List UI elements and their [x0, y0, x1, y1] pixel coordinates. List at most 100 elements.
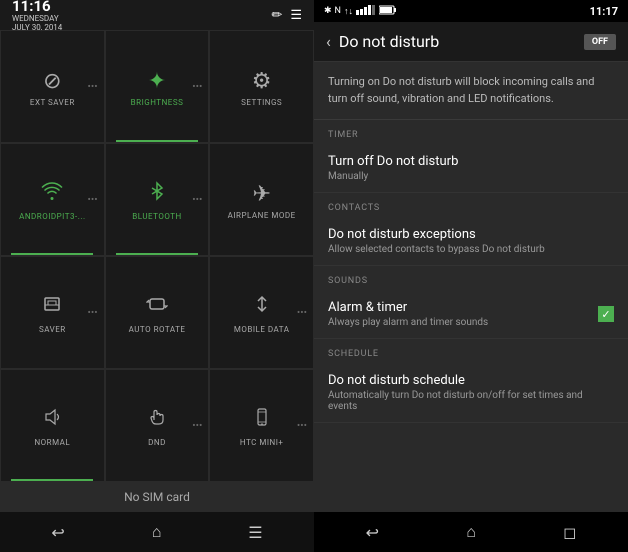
- tile-htc-mini[interactable]: HTC MINI+ •••: [209, 369, 314, 482]
- tile-settings[interactable]: ⚙ SETTINGS: [209, 30, 314, 143]
- network-status-icon: N: [335, 6, 341, 16]
- edit-icon: ✏: [271, 8, 282, 23]
- bars-icon: [356, 5, 376, 18]
- saver-label: SAVER: [39, 325, 66, 334]
- brightness-icon: ✦: [148, 69, 166, 94]
- right-home-button[interactable]: ⌂: [466, 522, 476, 542]
- menu-icon: ☰: [290, 8, 302, 23]
- brightness-label: BRIGHTNESS: [131, 98, 184, 107]
- date-day: WEDNESDAY: [12, 14, 62, 23]
- airplane-label: AIRPLANE MODE: [228, 211, 296, 220]
- section-header-sounds: SOUNDS: [314, 266, 628, 290]
- tile-brightness[interactable]: ✦ BRIGHTNESS •••: [105, 30, 210, 143]
- battery-icon: [379, 5, 397, 18]
- dnd-title: Do not disturb: [339, 32, 439, 51]
- auto-rotate-icon: [146, 293, 168, 321]
- dnd-label: DND: [148, 438, 166, 447]
- tile-normal[interactable]: NORMAL: [0, 369, 105, 482]
- dnd-dots: •••: [192, 420, 202, 431]
- brightness-underline: [116, 140, 198, 142]
- left-status-bar: 11:16 WEDNESDAY JULY 30, 2014 ✏ ☰: [0, 0, 314, 30]
- speaker-icon: [41, 406, 63, 434]
- tile-bluetooth[interactable]: BLUETOOTH •••: [105, 143, 210, 256]
- signal-icon: ↑↓: [344, 6, 353, 17]
- wifi-dots: •••: [88, 194, 98, 205]
- dnd-content: Turning on Do not disturb will block inc…: [314, 62, 628, 512]
- airplane-icon: ✈: [252, 182, 270, 207]
- dnd-toggle[interactable]: OFF: [584, 34, 616, 50]
- turn-off-subtitle: Manually: [328, 171, 614, 182]
- dnd-header: ‹ Do not disturb OFF: [314, 22, 628, 62]
- dnd-back-button[interactable]: ‹: [326, 32, 331, 51]
- bluetooth-icon: [146, 180, 168, 208]
- tile-airplane[interactable]: ✈ AIRPLANE MODE: [209, 143, 314, 256]
- tile-auto-rotate[interactable]: AUTO ROTATE: [105, 256, 210, 369]
- normal-underline: [11, 479, 93, 481]
- quick-tiles-grid: ⊘ EXT SAVER ••• ✦ BRIGHTNESS ••• ⚙ SETTI…: [0, 30, 314, 482]
- mobile-data-dots: •••: [297, 307, 307, 318]
- dnd-item-schedule[interactable]: Do not disturb schedule Automatically tu…: [314, 363, 628, 423]
- wifi-underline: [11, 253, 93, 255]
- section-header-timer: TIMER: [314, 120, 628, 144]
- menu-button[interactable]: ☰: [248, 523, 262, 542]
- schedule-subtitle: Automatically turn Do not disturb on/off…: [328, 390, 614, 412]
- right-back-button[interactable]: ↩: [366, 523, 379, 542]
- no-sim-bar: No SIM card: [0, 482, 314, 512]
- right-status-bar: ✱ N ↑↓ 11:17: [314, 0, 628, 22]
- left-panel: 11:16 WEDNESDAY JULY 30, 2014 ✏ ☰ ⊘ EXT …: [0, 0, 314, 552]
- dnd-hand-icon: [146, 406, 168, 434]
- htc-mini-dots: •••: [297, 420, 307, 431]
- dnd-item-exceptions[interactable]: Do not disturb exceptions Allow selected…: [314, 217, 628, 266]
- exceptions-title: Do not disturb exceptions: [328, 227, 614, 242]
- time-block: 11:16 WEDNESDAY JULY 30, 2014: [12, 0, 62, 32]
- normal-label: NORMAL: [34, 438, 70, 447]
- bluetooth-underline: [116, 253, 198, 255]
- right-clock: 11:17: [590, 5, 618, 18]
- section-header-schedule: SCHEDULE: [314, 339, 628, 363]
- saver-dots: •••: [88, 307, 98, 318]
- alarm-checkbox[interactable]: ✓: [598, 306, 614, 322]
- right-nav-bar: ↩ ⌂ ◻: [314, 512, 628, 552]
- alarm-title: Alarm & timer: [328, 300, 488, 315]
- tile-ext-saver[interactable]: ⊘ EXT SAVER •••: [0, 30, 105, 143]
- bluetooth-status-icon: ✱: [324, 6, 332, 16]
- settings-icon: ⚙: [252, 69, 272, 94]
- left-status-icons: ✏ ☰: [271, 8, 302, 23]
- settings-label: SETTINGS: [241, 98, 282, 107]
- turn-off-title: Turn off Do not disturb: [328, 154, 614, 169]
- ext-saver-icon: ⊘: [43, 69, 61, 94]
- bluetooth-label: BLUETOOTH: [132, 212, 181, 221]
- mobile-data-label: MOBILE DATA: [234, 325, 290, 334]
- alarm-subtitle: Always play alarm and timer sounds: [328, 317, 488, 328]
- tile-wifi[interactable]: AndroidPIT3-... •••: [0, 143, 105, 256]
- dnd-item-turn-off[interactable]: Turn off Do not disturb Manually: [314, 144, 628, 193]
- mobile-data-icon: [251, 293, 273, 321]
- clock-time: 11:16: [12, 0, 62, 14]
- bluetooth-dots: •••: [192, 194, 202, 205]
- no-sim-text: No SIM card: [124, 490, 190, 504]
- auto-rotate-label: AUTO ROTATE: [129, 325, 186, 334]
- right-recent-button[interactable]: ◻: [563, 523, 576, 542]
- ext-saver-dots: •••: [88, 81, 98, 92]
- wifi-icon: [41, 180, 63, 208]
- tile-dnd[interactable]: DND •••: [105, 369, 210, 482]
- schedule-title: Do not disturb schedule: [328, 373, 614, 388]
- back-button[interactable]: ↩: [51, 523, 64, 542]
- ext-saver-label: EXT SAVER: [30, 98, 75, 107]
- htc-mini-icon: [251, 406, 273, 434]
- alarm-text: Alarm & timer Always play alarm and time…: [328, 300, 488, 328]
- wifi-label: AndroidPIT3-...: [19, 212, 85, 221]
- dnd-item-alarm[interactable]: Alarm & timer Always play alarm and time…: [314, 290, 628, 339]
- dnd-header-left: ‹ Do not disturb: [326, 32, 439, 51]
- exceptions-subtitle: Allow selected contacts to bypass Do not…: [328, 244, 614, 255]
- htc-mini-label: HTC MINI+: [240, 438, 284, 447]
- brightness-dots: •••: [192, 81, 202, 92]
- right-panel: ✱ N ↑↓ 11:17: [314, 0, 628, 552]
- home-button[interactable]: ⌂: [152, 522, 162, 542]
- tile-saver[interactable]: SAVER •••: [0, 256, 105, 369]
- tile-mobile-data[interactable]: MOBILE DATA •••: [209, 256, 314, 369]
- left-nav-bar: ↩ ⌂ ☰: [0, 512, 314, 552]
- saver-icon: [41, 293, 63, 321]
- alarm-row: Alarm & timer Always play alarm and time…: [328, 300, 614, 328]
- dnd-description: Turning on Do not disturb will block inc…: [314, 62, 628, 120]
